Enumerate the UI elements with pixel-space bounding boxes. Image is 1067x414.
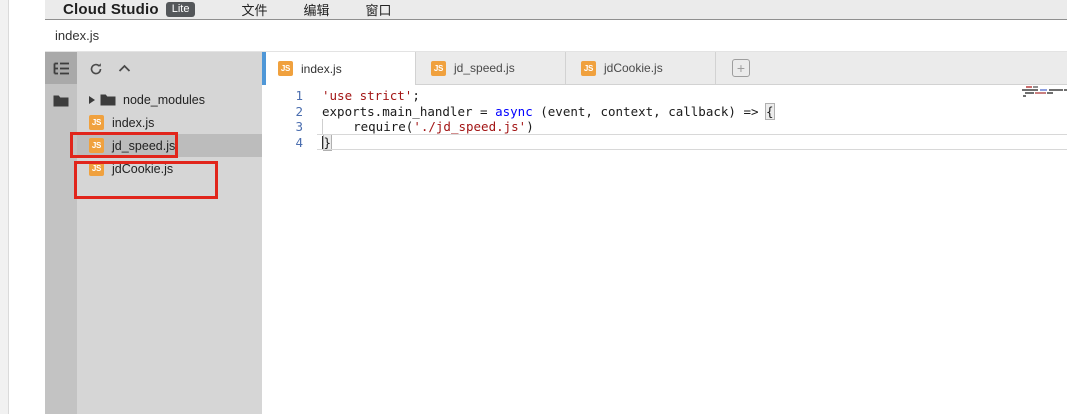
code-line-2[interactable]: 2 exports.main_handler = async (event, co…: [262, 104, 1067, 120]
js-file-icon: JS: [89, 138, 104, 153]
file-name: index.js: [112, 116, 154, 130]
js-file-icon: JS: [431, 61, 446, 76]
file-name: jdCookie.js: [112, 162, 173, 176]
code-editor[interactable]: 1 'use strict'; 2 exports.main_handler = as…: [262, 85, 1067, 414]
bracket-match-token: {: [766, 104, 774, 119]
page-left-gutter: [0, 0, 9, 414]
line-number: 4: [262, 135, 303, 151]
code-line-3[interactable]: 3 require('./jd_speed.js'): [262, 119, 1067, 135]
file-tree-item-jd_speed.js[interactable]: JS jd_speed.js: [77, 134, 262, 157]
code-text: exports.main_handler = async (event, con…: [322, 104, 774, 120]
code-text: }: [322, 135, 331, 151]
menu-item[interactable]: 文件: [241, 0, 267, 19]
tab-label: jd_speed.js: [454, 61, 515, 75]
js-file-icon: JS: [89, 161, 104, 176]
file-name: node_modules: [123, 93, 205, 107]
keyword-token: async: [495, 104, 533, 119]
code-line-1[interactable]: 1 'use strict';: [262, 88, 1067, 104]
tree-view-icon: [53, 61, 70, 76]
string-token: './jd_speed.js': [413, 119, 526, 134]
folder-icon: [53, 94, 69, 107]
breadcrumb: index.js: [45, 20, 1067, 52]
new-tab-cell: +: [716, 52, 766, 84]
activity-bar: [45, 52, 77, 414]
code-token: ;: [412, 88, 420, 103]
line-number: 3: [262, 119, 303, 135]
explorer-toolbar: [77, 52, 262, 85]
bracket-match-token: }: [324, 135, 332, 150]
menu-item[interactable]: 窗口: [366, 0, 392, 19]
code-token: exports.main_handler =: [322, 104, 495, 119]
js-file-icon: JS: [89, 115, 104, 130]
activity-item-folder[interactable]: [45, 84, 77, 116]
file-tree: node_modules JS index.js JS jd_speed.js JS jdC…: [77, 85, 262, 414]
menu-bar: Cloud Studio Lite 文件 编辑 窗口: [45, 0, 1067, 20]
code-line-4[interactable]: 4}: [262, 135, 1067, 151]
js-file-icon: JS: [278, 61, 293, 76]
code-token: require(: [353, 119, 413, 134]
string-token: 'use strict': [322, 88, 412, 103]
breadcrumb-file-name: index.js: [55, 28, 99, 43]
file-tree-item-index.js[interactable]: JS index.js: [77, 111, 262, 134]
cloud-studio-window: Cloud Studio Lite 文件 编辑 窗口 index.js: [45, 0, 1067, 414]
code-text: require('./jd_speed.js'): [322, 119, 534, 135]
indent-guide: [322, 119, 353, 134]
new-tab-plus-icon[interactable]: +: [732, 59, 750, 77]
file-name: jd_speed.js: [112, 139, 175, 153]
editor-group: JS index.js JS jd_speed.js JS jdCookie.js + 1 '…: [262, 52, 1067, 414]
file-tree-item-node_modules[interactable]: node_modules: [77, 88, 262, 111]
refresh-icon[interactable]: [89, 62, 103, 76]
tab-jdCookie.js[interactable]: JS jdCookie.js: [566, 52, 716, 84]
lite-badge: Lite: [166, 2, 196, 17]
js-file-icon: JS: [581, 61, 596, 76]
main-area: node_modules JS index.js JS jd_speed.js JS jdC…: [45, 52, 1067, 414]
tab-jd_speed.js[interactable]: JS jd_speed.js: [416, 52, 566, 84]
folder-icon: [100, 93, 116, 106]
tab-label: index.js: [301, 62, 342, 76]
collapse-icon[interactable]: [118, 64, 131, 73]
expand-arrow-icon: [89, 96, 95, 104]
tab-label: jdCookie.js: [604, 61, 663, 75]
file-tree-item-jdCookie.js[interactable]: JS jdCookie.js: [77, 157, 262, 180]
menu-bar-items: 文件 编辑 窗口: [241, 0, 427, 19]
code-text: 'use strict';: [322, 88, 420, 104]
file-explorer-panel: node_modules JS index.js JS jd_speed.js JS jdC…: [77, 52, 262, 414]
code-token: (event, context, callback) =>: [533, 104, 766, 119]
app-logo: Cloud Studio: [63, 1, 159, 18]
menu-item[interactable]: 编辑: [303, 0, 329, 19]
line-number: 1: [262, 88, 303, 104]
activity-item-tree-view[interactable]: [45, 52, 77, 84]
line-number: 2: [262, 104, 303, 120]
tab-index.js[interactable]: JS index.js: [262, 52, 416, 85]
tab-bar: JS index.js JS jd_speed.js JS jdCookie.js +: [262, 52, 1067, 85]
code-token: ): [526, 119, 534, 134]
